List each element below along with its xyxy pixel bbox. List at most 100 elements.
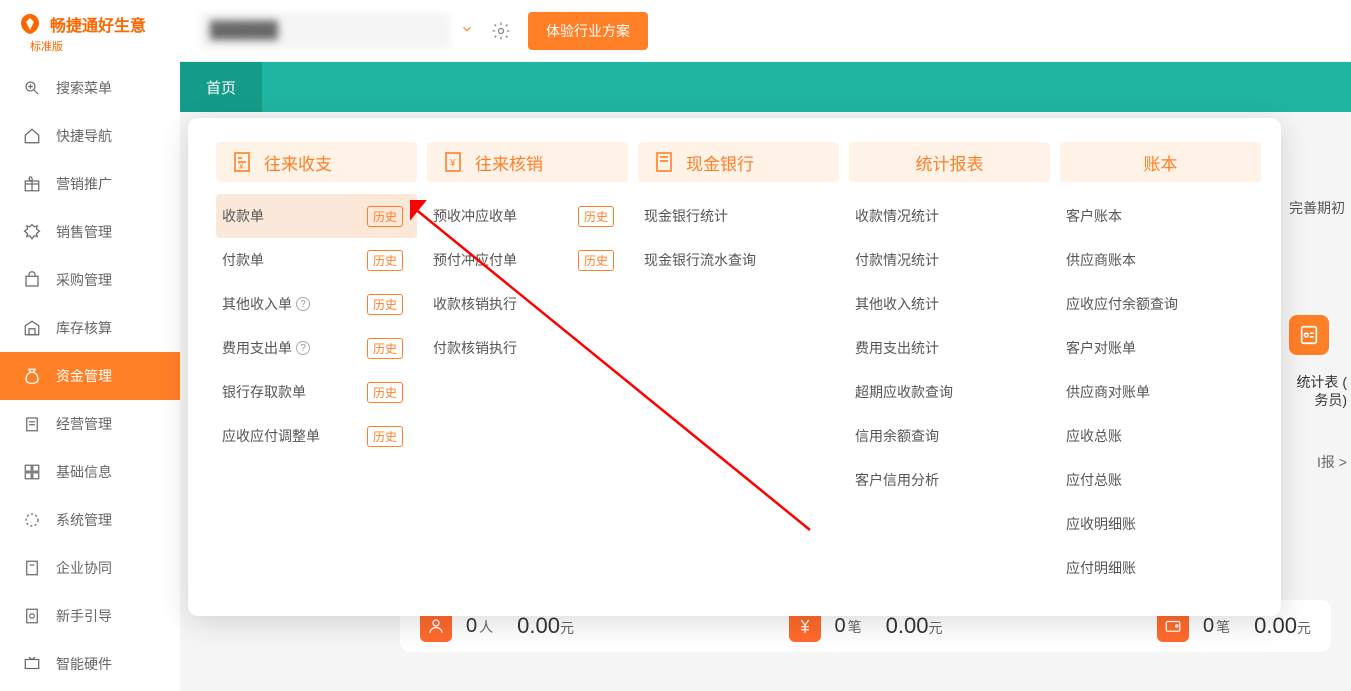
sidebar-item-label: 经营管理 bbox=[56, 414, 112, 434]
brand-logo: 畅捷通好生意 bbox=[0, 0, 180, 42]
menu-item-cust-credit-analysis[interactable]: 客户信用分析 bbox=[849, 458, 1050, 502]
menu-item-prerecv-offset[interactable]: 预收冲应收单历史 bbox=[427, 194, 628, 238]
search-icon bbox=[22, 78, 42, 98]
mega-column-report: 统计报表 收款情况统计 付款情况统计 其他收入统计 费用支出统计 超期应收款查询… bbox=[849, 142, 1050, 592]
sidebar-item-inventory[interactable]: 库存核算 bbox=[0, 304, 180, 352]
menu-item-ap-general[interactable]: 应付总账 bbox=[1060, 458, 1261, 502]
money-bag-icon bbox=[22, 366, 42, 386]
sidebar-item-label: 销售管理 bbox=[56, 222, 112, 242]
partial-text-behind[interactable]: I报 > bbox=[1317, 452, 1347, 472]
sidebar-item-funds[interactable]: 资金管理 bbox=[0, 352, 180, 400]
history-tag[interactable]: 历史 bbox=[578, 250, 614, 271]
history-tag[interactable]: 历史 bbox=[367, 338, 403, 359]
mega-header-label: 往来核销 bbox=[475, 150, 543, 175]
sidebar-item-collab[interactable]: 企业协同 bbox=[0, 544, 180, 592]
sidebar-item-hardware[interactable]: 智能硬件 bbox=[0, 640, 180, 688]
sidebar-item-sales[interactable]: 销售管理 bbox=[0, 208, 180, 256]
sidebar-item-marketing[interactable]: 营销推广 bbox=[0, 160, 180, 208]
menu-item-prepay-offset[interactable]: 预付冲应付单历史 bbox=[427, 238, 628, 282]
warehouse-icon bbox=[22, 318, 42, 338]
menu-item-credit-balance[interactable]: 信用余额查询 bbox=[849, 414, 1050, 458]
history-tag[interactable]: 历史 bbox=[367, 206, 403, 227]
menu-item-overdue-recv[interactable]: 超期应收款查询 bbox=[849, 370, 1050, 414]
sidebar-item-system[interactable]: 系统管理 bbox=[0, 496, 180, 544]
sidebar-item-label: 系统管理 bbox=[56, 510, 112, 530]
sidebar-item-guide[interactable]: 新手引导 bbox=[0, 592, 180, 640]
menu-item-bank-transfer[interactable]: 银行存取款单历史 bbox=[216, 370, 417, 414]
partial-text-behind: 务员) bbox=[1314, 390, 1347, 410]
partial-text-behind: 统计表 ( bbox=[1296, 372, 1347, 392]
sidebar-item-operation[interactable]: 经营管理 bbox=[0, 400, 180, 448]
menu-item-recv-writeoff-exec[interactable]: 收款核销执行 bbox=[427, 282, 628, 326]
history-tag[interactable]: 历史 bbox=[578, 206, 614, 227]
sidebar-item-label: 智能硬件 bbox=[56, 654, 112, 674]
menu-item-pay-writeoff-exec[interactable]: 付款核销执行 bbox=[427, 326, 628, 370]
mega-header-label: 现金银行 bbox=[686, 150, 754, 175]
history-tag[interactable]: 历史 bbox=[367, 294, 403, 315]
guide-icon bbox=[22, 606, 42, 626]
menu-item-pay-stat[interactable]: 付款情况统计 bbox=[849, 238, 1050, 282]
doc-yen-icon: ¥ bbox=[441, 150, 465, 174]
menu-item-arap-adjust[interactable]: 应收应付调整单历史 bbox=[216, 414, 417, 458]
brand-icon bbox=[18, 12, 42, 36]
history-tag[interactable]: 历史 bbox=[367, 250, 403, 271]
menu-item-ar-detail[interactable]: 应收明细账 bbox=[1060, 502, 1261, 546]
help-icon[interactable]: ? bbox=[296, 341, 310, 355]
mega-header-label: 统计报表 bbox=[916, 150, 984, 175]
help-icon[interactable]: ? bbox=[296, 297, 310, 311]
tab-home[interactable]: 首页 bbox=[180, 62, 262, 112]
sidebar-item-label: 资金管理 bbox=[56, 366, 112, 386]
menu-item-arap-balance[interactable]: 应收应付余额查询 bbox=[1060, 282, 1261, 326]
partial-text-behind: 完善期初 bbox=[1289, 198, 1345, 218]
sidebar-item-label: 企业协同 bbox=[56, 558, 112, 578]
sidebar-item-quick-nav[interactable]: 快捷导航 bbox=[0, 112, 180, 160]
sidebar-item-label: 采购管理 bbox=[56, 270, 112, 290]
sidebar-item-label: 快捷导航 bbox=[56, 126, 112, 146]
floating-action-button[interactable] bbox=[1289, 315, 1329, 355]
svg-text:¥: ¥ bbox=[449, 158, 456, 169]
experience-button[interactable]: 体验行业方案 bbox=[528, 12, 648, 50]
menu-item-other-income-stat[interactable]: 其他收入统计 bbox=[849, 282, 1050, 326]
menu-item-other-income[interactable]: 其他收入单?历史 bbox=[216, 282, 417, 326]
receipt-icon: ¥ bbox=[230, 150, 254, 174]
mega-header-ledger: 账本 bbox=[1060, 142, 1261, 182]
ring-icon bbox=[22, 510, 42, 530]
clipboard-icon bbox=[22, 414, 42, 434]
menu-item-receipt[interactable]: 收款单历史 bbox=[216, 194, 417, 238]
menu-item-ar-general[interactable]: 应收总账 bbox=[1060, 414, 1261, 458]
badge-icon bbox=[22, 222, 42, 242]
mega-column-ledger: 账本 客户账本 供应商账本 应收应付余额查询 客户对账单 供应商对账单 应收总账… bbox=[1060, 142, 1261, 592]
sidebar-item-label: 营销推广 bbox=[56, 174, 112, 194]
menu-item-supplier-statement[interactable]: 供应商对账单 bbox=[1060, 370, 1261, 414]
sidebar-item-purchase[interactable]: 采购管理 bbox=[0, 256, 180, 304]
sidebar: 畅捷通好生意 标准版 搜索菜单 快捷导航 营销推广 销售管理 采购管理 库存核算 bbox=[0, 0, 180, 691]
menu-item-expense[interactable]: 费用支出单?历史 bbox=[216, 326, 417, 370]
menu-item-cust-statement[interactable]: 客户对账单 bbox=[1060, 326, 1261, 370]
org-selector[interactable]: ██████ bbox=[200, 13, 450, 49]
mega-column-transactions: ¥ 往来收支 收款单历史 付款单历史 其他收入单?历史 费用支出单?历史 银行存… bbox=[216, 142, 417, 592]
menu-item-recv-stat[interactable]: 收款情况统计 bbox=[849, 194, 1050, 238]
menu-item-cashbank-flow[interactable]: 现金银行流水查询 bbox=[638, 238, 839, 282]
menu-item-payment[interactable]: 付款单历史 bbox=[216, 238, 417, 282]
tv-icon bbox=[22, 654, 42, 674]
mega-header-transactions: ¥ 往来收支 bbox=[216, 142, 417, 182]
org-name-blurred: ██████ bbox=[210, 22, 278, 40]
menu-item-expense-stat[interactable]: 费用支出统计 bbox=[849, 326, 1050, 370]
menu-item-cust-ledger[interactable]: 客户账本 bbox=[1060, 194, 1261, 238]
menu-item-ap-detail[interactable]: 应付明细账 bbox=[1060, 546, 1261, 590]
sidebar-item-basedata[interactable]: 基础信息 bbox=[0, 448, 180, 496]
menu-item-supplier-ledger[interactable]: 供应商账本 bbox=[1060, 238, 1261, 282]
gear-icon[interactable] bbox=[484, 14, 518, 48]
doc-icon bbox=[22, 558, 42, 578]
mega-header-report: 统计报表 bbox=[849, 142, 1050, 182]
sidebar-item-search-menu[interactable]: 搜索菜单 bbox=[0, 64, 180, 112]
history-tag[interactable]: 历史 bbox=[367, 426, 403, 447]
mega-column-cashbank: 现金银行 现金银行统计 现金银行流水查询 bbox=[638, 142, 839, 592]
svg-text:¥: ¥ bbox=[238, 162, 244, 171]
home-icon bbox=[22, 126, 42, 146]
menu-item-cashbank-stat[interactable]: 现金银行统计 bbox=[638, 194, 839, 238]
history-tag[interactable]: 历史 bbox=[367, 382, 403, 403]
brand-edition: 标准版 bbox=[30, 38, 180, 54]
sidebar-item-label: 新手引导 bbox=[56, 606, 112, 626]
chevron-down-icon[interactable] bbox=[460, 22, 474, 39]
